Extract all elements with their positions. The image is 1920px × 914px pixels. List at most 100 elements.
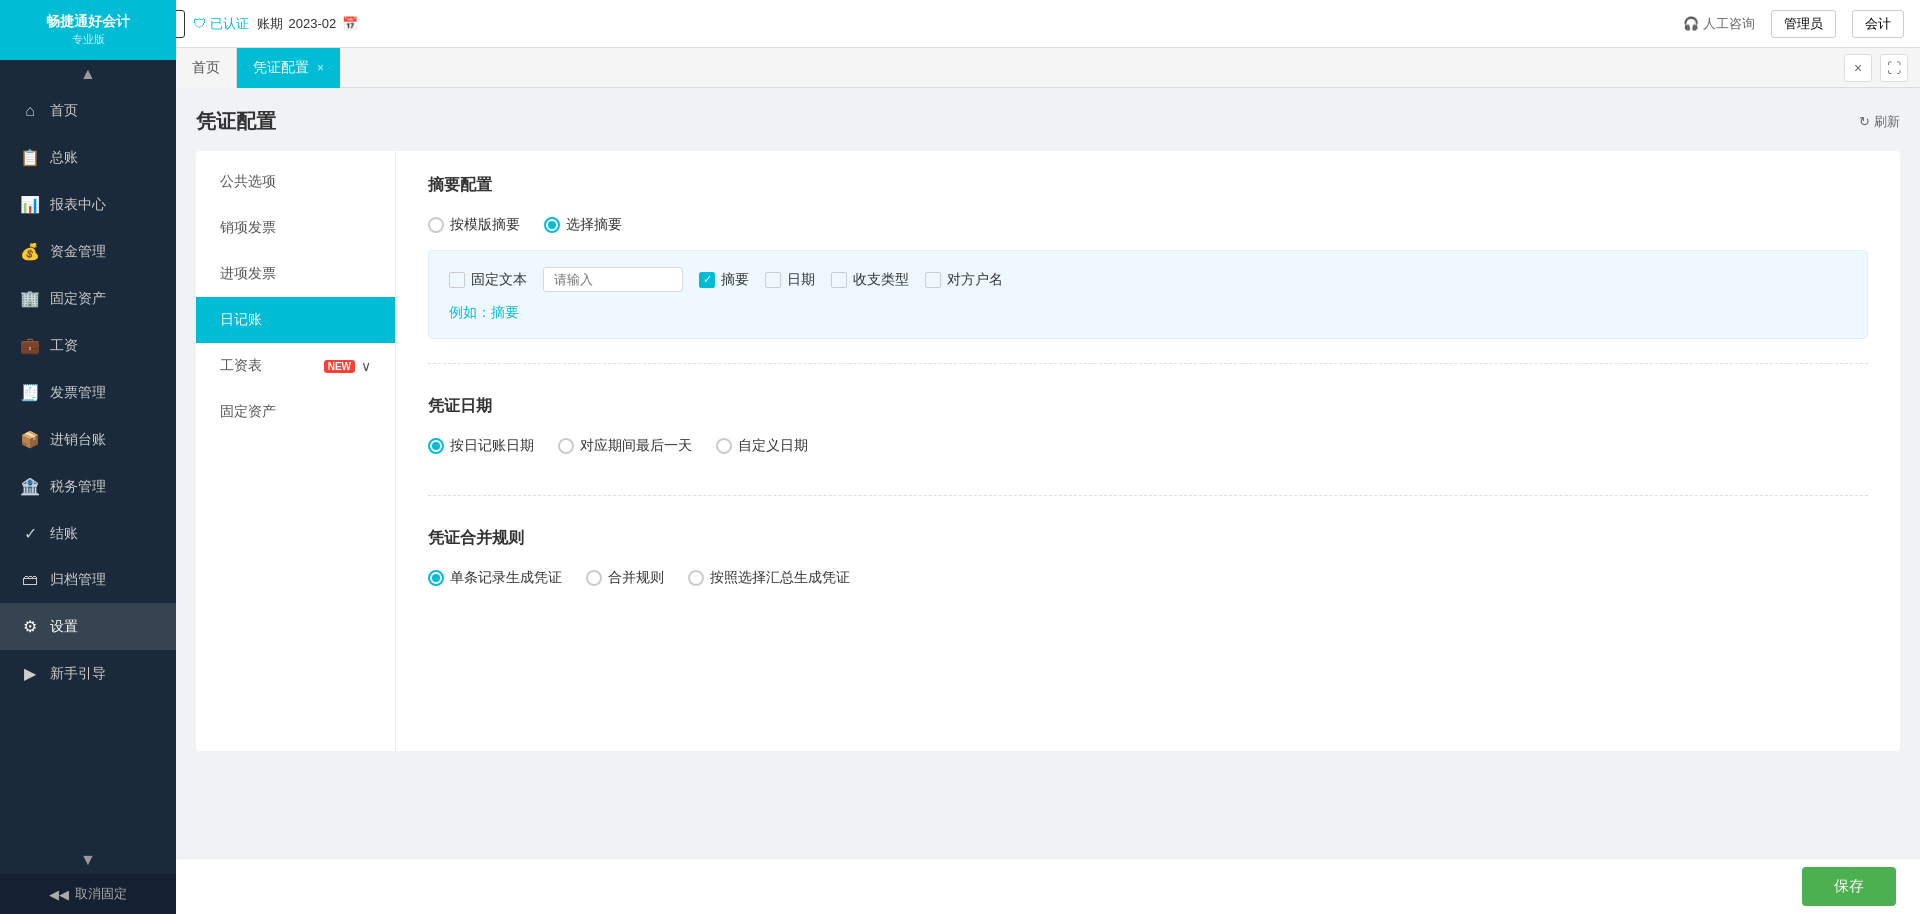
accountant-button[interactable]: 会计	[1852, 10, 1904, 38]
admin-button[interactable]: 管理员	[1771, 10, 1836, 38]
radio-select-summary[interactable]: 选择摘要	[544, 216, 622, 234]
config-item-payroll-label: 工资表	[220, 357, 262, 375]
radio-custom-date[interactable]: 自定义日期	[716, 437, 808, 455]
fixed-text-input[interactable]	[543, 267, 683, 292]
config-item-journal[interactable]: 日记账	[196, 297, 395, 343]
sidebar-item-label: 税务管理	[50, 478, 106, 496]
radio-summary-generate[interactable]: 按照选择汇总生成凭证	[688, 569, 850, 587]
close-window-icon: ×	[1854, 60, 1862, 76]
sidebar-item-invoice-mgmt[interactable]: 🧾 发票管理	[0, 369, 176, 416]
sidebar-item-label: 进销台账	[50, 431, 106, 449]
checkbox-counterpart[interactable]: 对方户名	[925, 271, 1003, 289]
invoice-mgmt-icon: 🧾	[20, 383, 40, 402]
checkbox-income-type[interactable]: 收支类型	[831, 271, 909, 289]
sidebar-item-ledger[interactable]: 📋 总账	[0, 134, 176, 181]
config-item-fixed-assets-label: 固定资产	[220, 403, 276, 419]
sidebar-item-label: 固定资产	[50, 290, 106, 308]
sidebar-item-label: 总账	[50, 149, 78, 167]
headset-icon: 🎧	[1683, 16, 1699, 31]
radio-custom-date-circle	[716, 438, 732, 454]
radio-journal-date-label: 按日记账日期	[450, 437, 534, 455]
checkbox-date[interactable]: 日期	[765, 271, 815, 289]
sidebar-item-home[interactable]: ⌂ 首页	[0, 88, 176, 134]
sidebar-item-checkout[interactable]: ✓ 结账	[0, 510, 176, 557]
merge-rules-title: 凭证合并规则	[428, 528, 1868, 549]
tab-voucher-config[interactable]: 凭证配置 ×	[237, 48, 340, 88]
radio-summary-generate-label: 按照选择汇总生成凭证	[710, 569, 850, 587]
tab-bar-actions: × ⛶	[1844, 54, 1908, 82]
config-item-fixed-assets[interactable]: 固定资产	[196, 389, 395, 435]
page-content: 凭证配置 ↻ 刷新 公共选项 销项发票 进项发票 日记账	[176, 88, 1920, 858]
calendar-icon[interactable]: 📅	[342, 16, 358, 31]
sidebar-scroll: ⌂ 首页 📋 总账 📊 报表中心 💰 资金管理 🏢 固定资产 💼 工资 🧾 发票…	[0, 88, 176, 846]
fixed-text-label: 固定文本	[471, 271, 527, 289]
cancel-fixed-button[interactable]: ◀◀ 取消固定	[0, 874, 176, 914]
settings-icon: ⚙	[20, 617, 40, 636]
counterpart-label: 对方户名	[947, 271, 1003, 289]
summary-section-title: 摘要配置	[428, 175, 1868, 196]
config-item-public[interactable]: 公共选项	[196, 159, 395, 205]
save-button[interactable]: 保存	[1802, 867, 1896, 906]
report-icon: 📊	[20, 195, 40, 214]
sidebar-item-label: 新手引导	[50, 665, 106, 683]
top-bar-left: 测试 ▾ + ⚙ 切到旧版 🛡 已认证 账期 2023-02 📅	[16, 10, 1671, 38]
sidebar-scroll-up[interactable]: ▲	[0, 60, 176, 88]
sidebar-item-settings[interactable]: ⚙ 设置	[0, 603, 176, 650]
sidebar-item-label: 设置	[50, 618, 78, 636]
expand-window-button[interactable]: ⛶	[1880, 54, 1908, 82]
radio-single-record[interactable]: 单条记录生成凭证	[428, 569, 562, 587]
sidebar-item-report[interactable]: 📊 报表中心	[0, 181, 176, 228]
fixed-text-checkbox	[449, 272, 465, 288]
config-item-payroll[interactable]: 工资表 NEW ∨	[196, 343, 395, 389]
sidebar-item-capital[interactable]: 💰 资金管理	[0, 228, 176, 275]
refresh-button[interactable]: ↻ 刷新	[1859, 113, 1900, 131]
sidebar-item-purchase-sale[interactable]: 📦 进销台账	[0, 416, 176, 463]
sidebar-item-guide[interactable]: ▶ 新手引导	[0, 650, 176, 697]
checkbox-fixed-text[interactable]: 固定文本	[449, 271, 527, 289]
summary-label: 摘要	[721, 271, 749, 289]
date-label: 日期	[787, 271, 815, 289]
page-title: 凭证配置	[196, 108, 276, 135]
config-item-sales-label: 销项发票	[220, 219, 276, 235]
verified-status: 🛡 已认证	[193, 15, 249, 33]
config-item-journal-label: 日记账	[220, 311, 262, 327]
sidebar-item-assets[interactable]: 🏢 固定资产	[0, 275, 176, 322]
radio-merge-rule[interactable]: 合并规则	[586, 569, 664, 587]
radio-single-record-circle	[428, 570, 444, 586]
sidebar-item-archive[interactable]: 🗃 归档管理	[0, 557, 176, 603]
checkbox-summary[interactable]: ✓ 摘要	[699, 271, 749, 289]
tab-home-label: 首页	[192, 59, 220, 77]
radio-template-summary[interactable]: 按模版摘要	[428, 216, 520, 234]
tab-close-icon[interactable]: ×	[317, 61, 324, 75]
summary-radio-group: 按模版摘要 选择摘要	[428, 216, 1868, 234]
logo-text: 畅捷通好会计	[46, 13, 130, 30]
period-label: 账期	[257, 15, 283, 33]
refresh-icon: ↻	[1859, 114, 1870, 129]
new-badge: NEW	[324, 360, 355, 373]
radio-period-last-day[interactable]: 对应期间最后一天	[558, 437, 692, 455]
radio-template-circle	[428, 217, 444, 233]
sidebar-item-label: 首页	[50, 102, 78, 120]
radio-journal-date-circle	[428, 438, 444, 454]
sidebar-item-salary[interactable]: 💼 工资	[0, 322, 176, 369]
tab-home[interactable]: 首页	[176, 48, 237, 88]
counterpart-checkbox	[925, 272, 941, 288]
income-type-label: 收支类型	[853, 271, 909, 289]
sidebar-item-tax[interactable]: 🏦 税务管理	[0, 463, 176, 510]
close-window-button[interactable]: ×	[1844, 54, 1872, 82]
config-item-purchase-invoice[interactable]: 进项发票	[196, 251, 395, 297]
period-value: 2023-02	[289, 16, 337, 31]
radio-template-label: 按模版摘要	[450, 216, 520, 234]
main-wrapper: 首页 凭证配置 × × ⛶ 凭证配置 ↻ 刷新	[176, 48, 1920, 914]
tab-active-label: 凭证配置	[253, 59, 309, 77]
merge-rules-section: 凭证合并规则 单条记录生成凭证 合并规则 按照选择汇总生成凭证	[428, 528, 1868, 627]
sidebar-scroll-down[interactable]: ▼	[0, 846, 176, 874]
tab-bar: 首页 凭证配置 × × ⛶	[176, 48, 1920, 88]
cancel-fixed-label: 取消固定	[75, 885, 127, 903]
consult-button[interactable]: 🎧 人工咨询	[1683, 15, 1755, 33]
capital-icon: 💰	[20, 242, 40, 261]
page-header: 凭证配置 ↻ 刷新	[196, 108, 1900, 135]
radio-journal-date[interactable]: 按日记账日期	[428, 437, 534, 455]
radio-custom-date-label: 自定义日期	[738, 437, 808, 455]
config-item-sales-invoice[interactable]: 销项发票	[196, 205, 395, 251]
